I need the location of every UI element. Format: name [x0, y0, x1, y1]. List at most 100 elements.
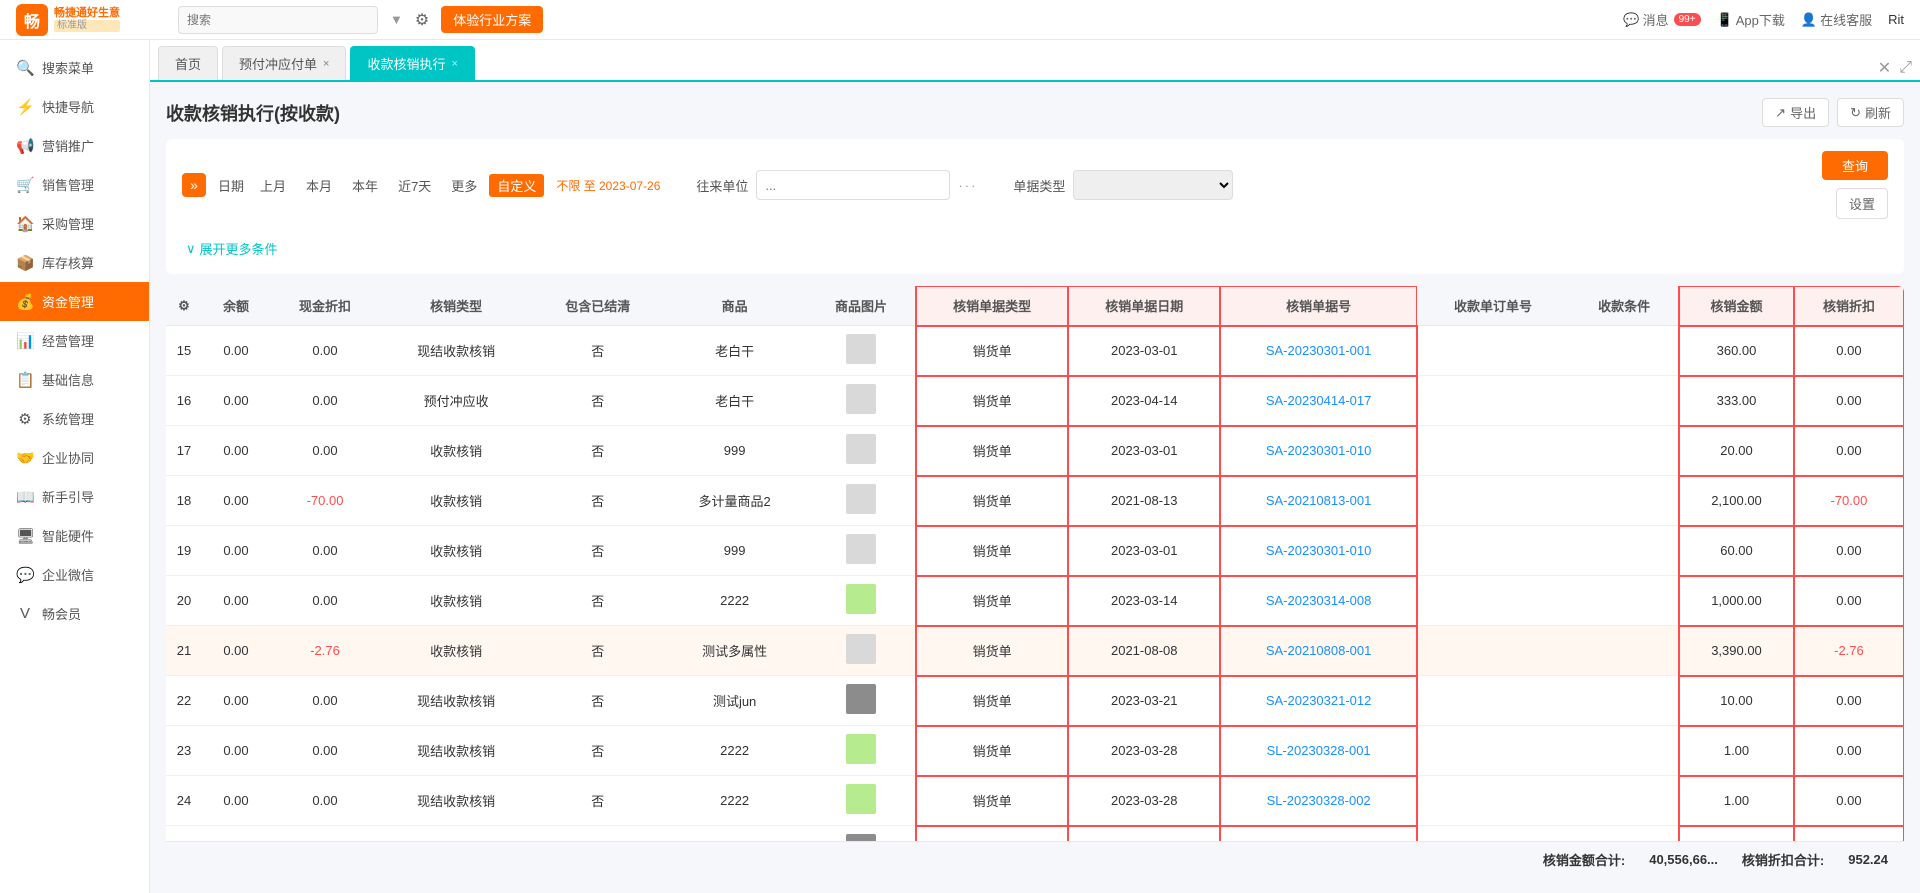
cell-order-no — [1417, 626, 1569, 676]
cell-cash-discount: 0.00 — [270, 426, 380, 476]
cell-product-img — [806, 626, 916, 676]
cell-id: 22 — [166, 676, 202, 726]
message-btn[interactable]: 💬 消息 99+ — [1623, 10, 1700, 29]
doc-no-link[interactable]: SA-20210813-001 — [1266, 493, 1372, 508]
expand-more-btn[interactable]: ∨ 展开更多条件 — [182, 235, 282, 262]
cell-cash-discount: 0.00 — [270, 726, 380, 776]
sidebar-item-wechat[interactable]: 💬 企业微信 — [0, 555, 149, 594]
col-settings[interactable]: ⚙ — [166, 286, 202, 326]
data-table: ⚙ 余额 现金折扣 核销类型 包含已结清 商品 商品图片 核销单据类型 核销单据… — [166, 286, 1904, 841]
export-button[interactable]: ↗ 导出 — [1762, 98, 1829, 127]
message-badge: 99+ — [1674, 13, 1701, 26]
doc-no-link[interactable]: SA-20210808-001 — [1266, 643, 1372, 658]
cell-doc-type: 销货单 — [916, 726, 1068, 776]
app-download-btn[interactable]: 📱 App下载 — [1717, 10, 1785, 29]
last7-btn[interactable]: 近7天 — [390, 174, 439, 197]
query-button[interactable]: 查询 — [1822, 151, 1888, 180]
sidebar-item-sales[interactable]: 🛒 销售管理 — [0, 165, 149, 204]
gear-icon[interactable]: ⚙ — [415, 10, 429, 30]
tab-home[interactable]: 首页 — [158, 46, 218, 80]
cell-product-img — [806, 526, 916, 576]
cell-doc-type: 销货单 — [916, 526, 1068, 576]
export-icon: ↗ — [1775, 105, 1786, 121]
cell-product: 2222 — [663, 726, 806, 776]
last-month-btn[interactable]: 上月 — [252, 174, 294, 197]
sidebar-item-operations[interactable]: 📊 经营管理 — [0, 321, 149, 360]
tab-prepay[interactable]: 预付冲应付单 × — [222, 46, 346, 80]
footer-discount-value: 952.24 — [1848, 852, 1888, 867]
search-input[interactable] — [178, 6, 378, 34]
sidebar-item-inventory[interactable]: 📦 库存核算 — [0, 243, 149, 282]
refresh-button[interactable]: ↻ 刷新 — [1837, 98, 1904, 127]
logo-badge: 标准版 — [54, 20, 120, 32]
tab-verify-close[interactable]: × — [451, 58, 457, 70]
table-row: 16 0.00 0.00 预付冲应收 否 老白干 销货单 2023-04-14 … — [166, 376, 1904, 426]
expand-window-icon[interactable]: ⤢ — [1899, 59, 1912, 77]
cell-doc-date: 2021-08-08 — [1068, 626, 1220, 676]
online-service-btn[interactable]: 👤 在线客服 — [1801, 10, 1872, 29]
sidebar-item-marketing[interactable]: 📢 营销推广 — [0, 126, 149, 165]
cell-product-img — [806, 676, 916, 726]
cell-included: 否 — [532, 426, 663, 476]
counterparty-input[interactable] — [756, 170, 950, 200]
doc-no-link[interactable]: SA-20230314-008 — [1266, 593, 1372, 608]
counterparty-label: 往来单位 — [696, 176, 748, 195]
cell-id: 23 — [166, 726, 202, 776]
doc-no-link[interactable]: SA-20230414-017 — [1266, 393, 1372, 408]
sidebar-item-hardware[interactable]: 🖥 智能硬件 — [0, 516, 149, 555]
cell-verify-type: 现结收款核销 — [380, 676, 532, 726]
close-window-icon[interactable]: ✕ — [1878, 58, 1891, 78]
sidebar-item-finance[interactable]: 💰 资金管理 — [0, 282, 149, 321]
cell-included: 否 — [532, 476, 663, 526]
cell-included: 否 — [532, 576, 663, 626]
cell-discount: 0.00 — [1794, 426, 1904, 476]
sidebar-item-quicknav[interactable]: ⚡ 快捷导航 — [0, 87, 149, 126]
sidebar-item-basic[interactable]: 📋 基础信息 — [0, 360, 149, 399]
cell-product: 测试jun — [663, 676, 806, 726]
cell-product: 999 — [663, 526, 806, 576]
cell-product: 老白干 — [663, 326, 806, 376]
date-range-display: 不限 至 2023-07-26 — [556, 177, 660, 194]
cell-doc-no: SA-20230321-012 — [1220, 676, 1417, 726]
col-product: 商品 — [663, 286, 806, 326]
search-dropdown-icon[interactable]: ▼ — [390, 12, 403, 27]
purchase-icon: 🏠 — [16, 215, 34, 233]
sidebar-item-guide[interactable]: 📖 新手引导 — [0, 477, 149, 516]
sidebar-item-search[interactable]: 🔍 搜索菜单 — [0, 48, 149, 87]
cell-id: 17 — [166, 426, 202, 476]
doctype-select[interactable] — [1073, 170, 1233, 200]
doc-no-link[interactable]: SL-20230328-002 — [1267, 793, 1371, 808]
tab-verify[interactable]: 收款核销执行 × — [350, 46, 474, 80]
cell-condition — [1569, 826, 1679, 842]
table-wrapper[interactable]: ⚙ 余额 现金折扣 核销类型 包含已结清 商品 商品图片 核销单据类型 核销单据… — [166, 286, 1904, 841]
sidebar-item-enterprise[interactable]: 🤝 企业协同 — [0, 438, 149, 477]
more-btn[interactable]: 更多 — [443, 174, 485, 197]
sidebar-item-system[interactable]: ⚙ 系统管理 — [0, 399, 149, 438]
doc-no-link[interactable]: SA-20230321-012 — [1266, 693, 1372, 708]
doc-no-link[interactable]: SA-20230301-010 — [1266, 543, 1372, 558]
industry-button[interactable]: 体验行业方案 — [441, 6, 543, 33]
cell-product: 测试jun — [663, 826, 806, 842]
custom-btn[interactable]: 自定义 — [489, 174, 544, 197]
sidebar-item-label: 资金管理 — [42, 292, 94, 311]
doc-no-link[interactable]: SA-20230301-010 — [1266, 443, 1372, 458]
user-name[interactable]: Rit — [1888, 12, 1904, 27]
sidebar-item-purchase[interactable]: 🏠 采购管理 — [0, 204, 149, 243]
cell-doc-type: 销货单 — [916, 376, 1068, 426]
doc-no-link[interactable]: SA-20230301-001 — [1266, 343, 1372, 358]
tab-home-label: 首页 — [175, 54, 201, 73]
filter-expand-button[interactable]: » — [182, 173, 206, 197]
table-row: 23 0.00 0.00 现结收款核销 否 2222 销货单 2023-03-2… — [166, 726, 1904, 776]
cell-included: 否 — [532, 826, 663, 842]
this-month-btn[interactable]: 本月 — [298, 174, 340, 197]
this-year-btn[interactable]: 本年 — [344, 174, 386, 197]
member-icon: V — [16, 605, 34, 622]
settings-button[interactable]: 设置 — [1836, 188, 1888, 219]
cell-discount: -2.76 — [1794, 626, 1904, 676]
doc-no-link[interactable]: SL-20230328-001 — [1267, 743, 1371, 758]
tab-prepay-close[interactable]: × — [323, 58, 329, 70]
col-discount: 核销折扣 — [1794, 286, 1904, 326]
cell-discount: 0.00 — [1794, 526, 1904, 576]
col-verify-type: 核销类型 — [380, 286, 532, 326]
sidebar-item-member[interactable]: V 畅会员 — [0, 594, 149, 633]
